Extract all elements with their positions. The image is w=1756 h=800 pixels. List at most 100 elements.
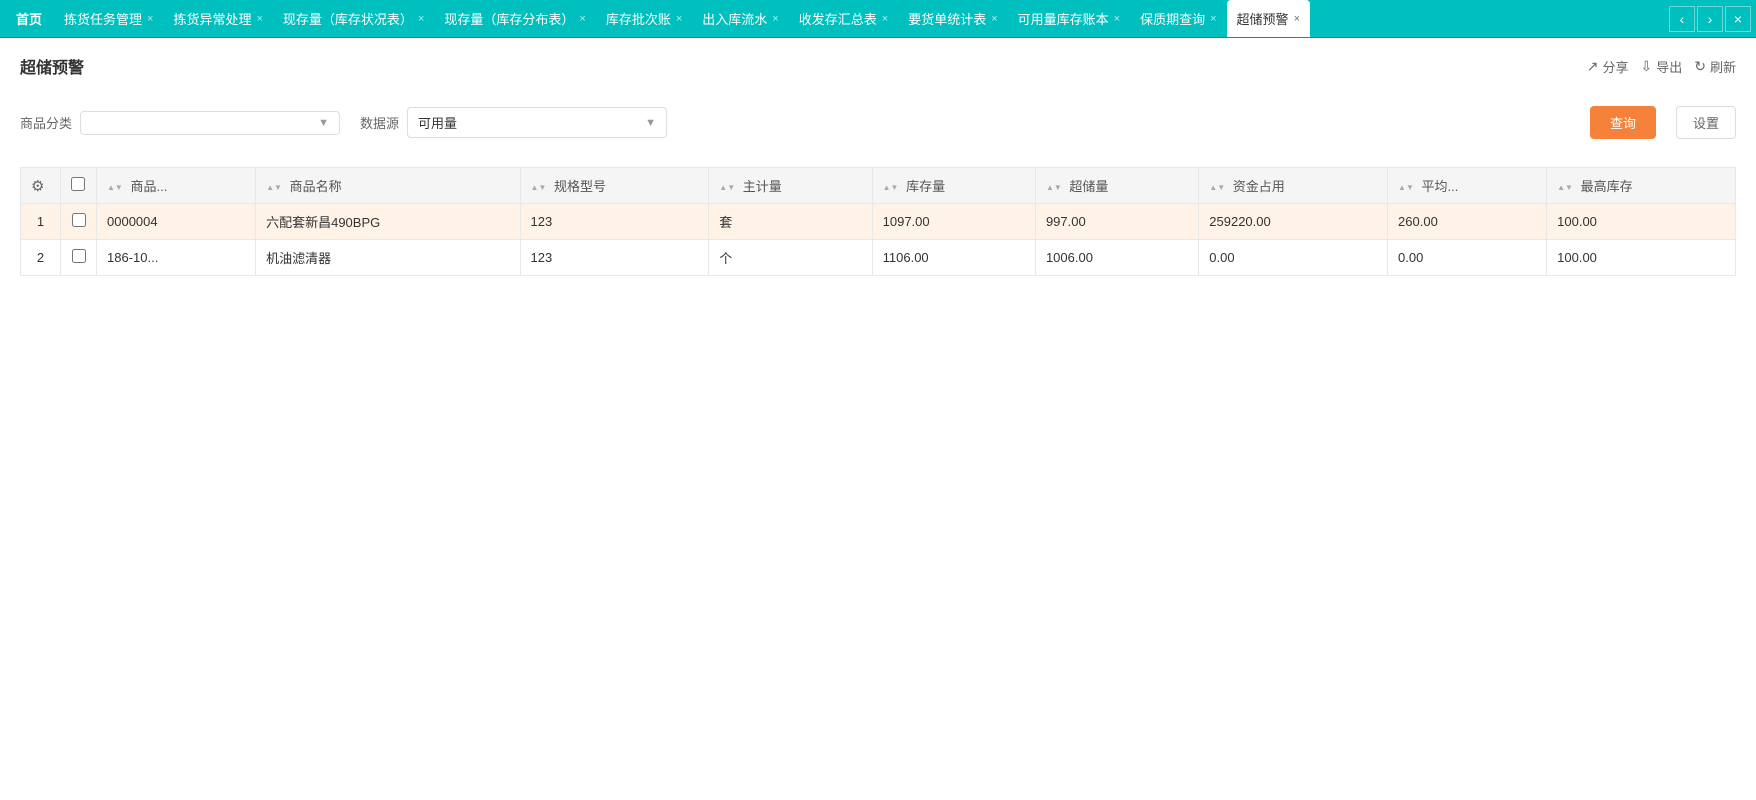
row-checkbox[interactable] <box>72 213 86 227</box>
refresh-icon: ↻ <box>1694 58 1706 75</box>
nav-tab-6[interactable]: 收发存汇总表 × <box>789 0 898 38</box>
capital-column-header[interactable]: ▲▼ 资金占用 <box>1199 168 1388 204</box>
unit-column-header[interactable]: ▲▼ 主计量 <box>709 168 872 204</box>
main-content: 超储预警 ↗ 分享 ⇩ 导出 ↻ 刷新 商品分类 ▼ 数据源 <box>0 38 1756 800</box>
row-max-stock: 100.00 <box>1547 204 1736 240</box>
category-filter: 商品分类 ▼ <box>20 111 340 135</box>
datasource-value: 可用量 <box>418 113 457 132</box>
nav-tab-10[interactable]: 超储预警 × <box>1227 0 1310 38</box>
row-number: 1 <box>21 204 61 240</box>
close-tab-1-icon[interactable]: × <box>256 13 262 25</box>
gear-column-header: ⚙ <box>21 168 61 204</box>
stock-column-header[interactable]: ▲▼ 库存量 <box>872 168 1035 204</box>
sort-arrows-icon-5: ▲▼ <box>883 183 899 192</box>
category-dropdown-icon: ▼ <box>318 117 329 129</box>
nav-next-button[interactable]: › <box>1697 6 1723 32</box>
select-all-checkbox[interactable] <box>71 177 85 191</box>
nav-prev-button[interactable]: ‹ <box>1669 6 1695 32</box>
row-checkbox-cell <box>61 240 97 276</box>
datasource-dropdown-icon: ▼ <box>645 117 656 129</box>
table-body: 1 0000004 六配套新昌490BPG 123 套 1097.00 997.… <box>21 204 1736 276</box>
refresh-button[interactable]: ↻ 刷新 <box>1694 57 1736 76</box>
category-label: 商品分类 <box>20 113 72 132</box>
query-button[interactable]: 查询 <box>1590 106 1656 139</box>
category-select[interactable]: ▼ <box>80 111 340 135</box>
row-overflow: 1006.00 <box>1035 240 1198 276</box>
close-tab-2-icon[interactable]: × <box>418 13 424 25</box>
header-actions: ↗ 分享 ⇩ 导出 ↻ 刷新 <box>1587 57 1736 76</box>
row-capital: 0.00 <box>1199 240 1388 276</box>
row-product-code: 186-10... <box>97 240 256 276</box>
avg-column-header[interactable]: ▲▼ 平均... <box>1388 168 1547 204</box>
spec-column-header[interactable]: ▲▼ 规格型号 <box>520 168 709 204</box>
settings-gear-icon[interactable]: ⚙ <box>31 178 44 195</box>
share-icon: ↗ <box>1587 58 1599 75</box>
row-max-stock: 100.00 <box>1547 240 1736 276</box>
sort-arrows-icon-8: ▲▼ <box>1398 183 1414 192</box>
close-tab-3-icon[interactable]: × <box>579 13 585 25</box>
export-icon: ⇩ <box>1641 58 1653 75</box>
row-product-code: 0000004 <box>97 204 256 240</box>
product-name-column-header[interactable]: ▲▼ 商品名称 <box>256 168 520 204</box>
row-unit: 个 <box>709 240 872 276</box>
nav-tab-0[interactable]: 拣货任务管理 × <box>54 0 163 38</box>
row-number: 2 <box>21 240 61 276</box>
datasource-filter: 数据源 可用量 ▼ <box>360 107 667 138</box>
share-button[interactable]: ↗ 分享 <box>1587 57 1629 76</box>
nav-tab-7[interactable]: 要货单统计表 × <box>898 0 1007 38</box>
close-tab-9-icon[interactable]: × <box>1210 13 1216 25</box>
row-checkbox[interactable] <box>72 249 86 263</box>
sort-arrows-icon-3: ▲▼ <box>531 183 547 192</box>
sort-arrows-icon: ▲▼ <box>107 183 123 192</box>
sort-arrows-icon-7: ▲▼ <box>1209 183 1225 192</box>
sort-arrows-icon-2: ▲▼ <box>266 183 282 192</box>
export-button[interactable]: ⇩ 导出 <box>1641 57 1683 76</box>
nav-close-all-button[interactable]: × <box>1725 6 1751 32</box>
close-tab-4-icon[interactable]: × <box>676 13 682 25</box>
row-avg: 0.00 <box>1388 240 1547 276</box>
max-stock-column-header[interactable]: ▲▼ 最高库存 <box>1547 168 1736 204</box>
row-product-name: 机油滤清器 <box>256 240 520 276</box>
table-header-row: ⚙ ▲▼ 商品... ▲▼ 商品名称 ▲▼ 规格型号 ▲▼ <box>21 168 1736 204</box>
table-row: 1 0000004 六配套新昌490BPG 123 套 1097.00 997.… <box>21 204 1736 240</box>
nav-tab-5[interactable]: 出入库流水 × <box>692 0 788 38</box>
nav-arrows: ‹ › × <box>1668 6 1752 32</box>
row-avg: 260.00 <box>1388 204 1547 240</box>
datasource-label: 数据源 <box>360 113 399 132</box>
row-overflow: 997.00 <box>1035 204 1198 240</box>
nav-home[interactable]: 首页 <box>4 0 54 38</box>
row-checkbox-cell <box>61 204 97 240</box>
table-row: 2 186-10... 机油滤清器 123 个 1106.00 1006.00 … <box>21 240 1736 276</box>
row-stock: 1106.00 <box>872 240 1035 276</box>
sort-arrows-icon-4: ▲▼ <box>719 183 735 192</box>
sort-arrows-icon-6: ▲▼ <box>1046 183 1062 192</box>
close-tab-7-icon[interactable]: × <box>991 13 997 25</box>
settings-button[interactable]: 设置 <box>1676 106 1736 139</box>
row-capital: 259220.00 <box>1199 204 1388 240</box>
datasource-select[interactable]: 可用量 ▼ <box>407 107 667 138</box>
nav-tab-4[interactable]: 库存批次账 × <box>596 0 692 38</box>
close-tab-10-icon[interactable]: × <box>1294 13 1300 25</box>
nav-tab-9[interactable]: 保质期查询 × <box>1130 0 1226 38</box>
checkbox-column-header <box>61 168 97 204</box>
nav-bar: 首页 拣货任务管理 × 拣货异常处理 × 现存量（库存状况表） × 现存量（库存… <box>0 0 1756 38</box>
row-spec: 123 <box>520 204 709 240</box>
row-spec: 123 <box>520 240 709 276</box>
nav-tab-8[interactable]: 可用量库存账本 × <box>1008 0 1130 38</box>
overflow-column-header[interactable]: ▲▼ 超储量 <box>1035 168 1198 204</box>
nav-tab-2[interactable]: 现存量（库存状况表） × <box>273 0 434 38</box>
close-tab-5-icon[interactable]: × <box>772 13 778 25</box>
row-unit: 套 <box>709 204 872 240</box>
sort-arrows-icon-9: ▲▼ <box>1557 183 1573 192</box>
data-table: ⚙ ▲▼ 商品... ▲▼ 商品名称 ▲▼ 规格型号 ▲▼ <box>20 167 1736 276</box>
close-tab-8-icon[interactable]: × <box>1114 13 1120 25</box>
product-code-column-header[interactable]: ▲▼ 商品... <box>97 168 256 204</box>
filter-row: 商品分类 ▼ 数据源 可用量 ▼ 查询 设置 <box>20 94 1736 151</box>
row-stock: 1097.00 <box>872 204 1035 240</box>
page-header: 超储预警 ↗ 分享 ⇩ 导出 ↻ 刷新 <box>20 54 1736 78</box>
close-tab-6-icon[interactable]: × <box>882 13 888 25</box>
nav-tab-3[interactable]: 现存量（库存分布表） × <box>434 0 595 38</box>
page-title: 超储预警 <box>20 54 84 78</box>
close-tab-0-icon[interactable]: × <box>147 13 153 25</box>
nav-tab-1[interactable]: 拣货异常处理 × <box>163 0 272 38</box>
